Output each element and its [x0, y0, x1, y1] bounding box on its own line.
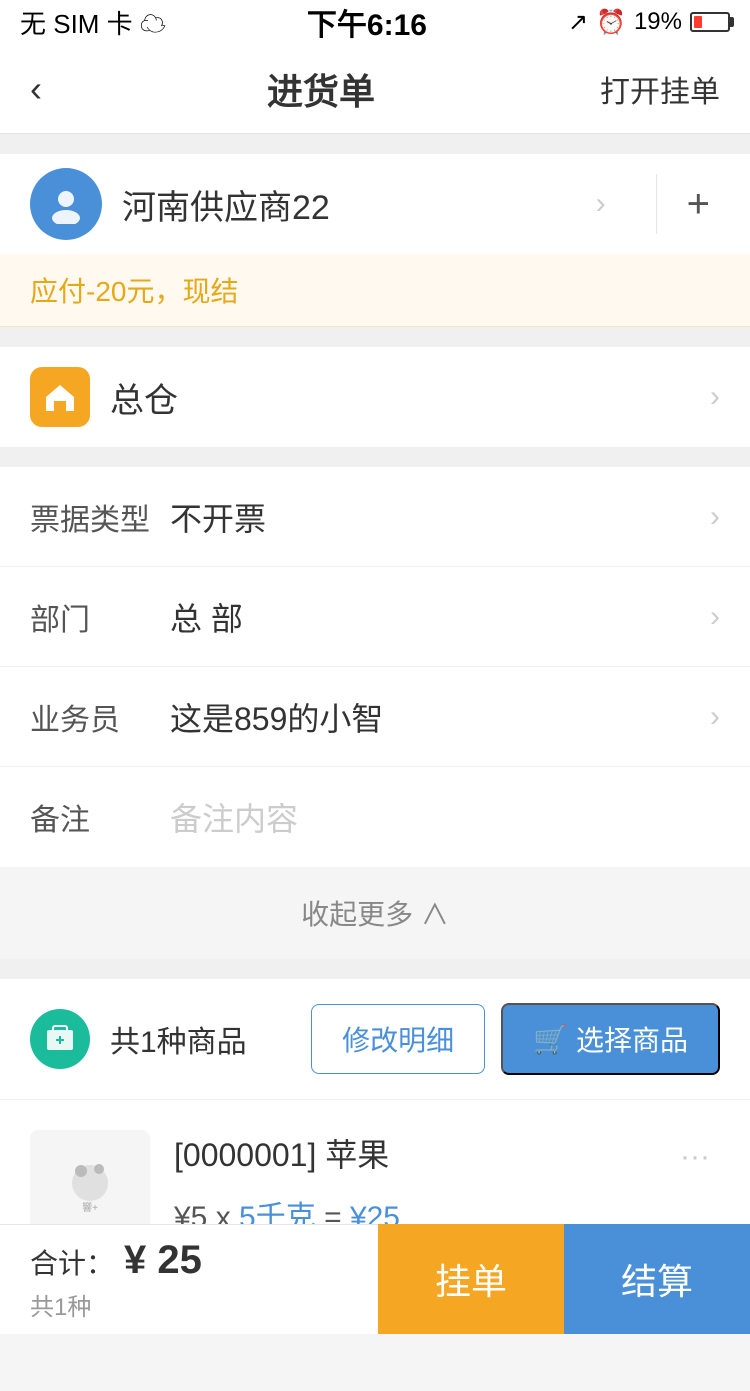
open-hang-button[interactable]: 打开挂单	[600, 67, 720, 111]
top-divider	[0, 134, 750, 154]
warehouse-section: 总仓 ›	[0, 347, 750, 447]
product-title: 苹果	[325, 1137, 389, 1173]
divider-3	[0, 447, 750, 467]
supplier-section[interactable]: 河南供应商22 › +	[0, 154, 750, 254]
warehouse-row[interactable]: 总仓 ›	[0, 347, 750, 447]
battery-text: 19%	[634, 8, 682, 36]
invoice-label: 票据类型	[30, 495, 170, 539]
supplier-name: 河南供应商22	[122, 180, 596, 229]
status-left: 无 SIM 卡 ☁	[20, 4, 166, 41]
carrier-text: 无 SIM 卡 ☁	[20, 4, 166, 41]
supplier-chevron-icon: ›	[596, 187, 606, 221]
department-label: 部门	[30, 595, 170, 639]
remark-row[interactable]: 备注 备注内容	[0, 767, 750, 867]
warehouse-name: 总仓	[110, 373, 710, 422]
product-more-button[interactable]: ···	[670, 1140, 720, 1174]
hang-button[interactable]: 挂单	[378, 1224, 564, 1334]
battery-icon	[690, 12, 730, 32]
products-icon	[30, 1009, 90, 1069]
salesman-chevron-icon: ›	[710, 700, 720, 734]
product-id: [0000001]	[174, 1137, 325, 1173]
form-section: 票据类型 不开票 › 部门 总 部 › 业务员 这是859的小智 › 备注 备注…	[0, 467, 750, 867]
divider-2	[0, 327, 750, 347]
add-supplier-button[interactable]: +	[677, 172, 720, 237]
salesman-label: 业务员	[30, 695, 170, 739]
supplier-divider	[656, 174, 657, 234]
salesman-value: 这是859的小智	[170, 694, 710, 740]
status-bar: 无 SIM 卡 ☁ 下午6:16 ↗ ⏰ 19%	[0, 0, 750, 44]
products-header: 共1种商品 修改明细 🛒 选择商品	[0, 979, 750, 1100]
total-amount: ¥ 25	[124, 1238, 202, 1283]
invoice-value: 不开票	[170, 494, 710, 540]
total-label: 合计：	[30, 1242, 114, 1282]
department-row[interactable]: 部门 总 部 ›	[0, 567, 750, 667]
page-title: 进货单	[267, 63, 375, 115]
invoice-row[interactable]: 票据类型 不开票 ›	[0, 467, 750, 567]
total-sub: 共1种	[30, 1287, 348, 1322]
product-info: [0000001] 苹果 ¥5 x 5千克 = ¥25	[174, 1130, 670, 1236]
back-button[interactable]: ‹	[30, 68, 42, 110]
department-value: 总 部	[170, 594, 710, 640]
status-time: 下午6:16	[307, 0, 427, 44]
remark-label: 备注	[30, 795, 170, 839]
collapse-text: 收起更多 ∧	[301, 893, 449, 933]
invoice-chevron-icon: ›	[710, 500, 720, 534]
salesman-row[interactable]: 业务员 这是859的小智 ›	[0, 667, 750, 767]
warehouse-icon	[30, 367, 90, 427]
footer: 合计： ¥ 25 共1种 挂单 结算	[0, 1224, 750, 1334]
products-count: 共1种商品	[110, 1017, 311, 1061]
edit-detail-button[interactable]: 修改明细	[311, 1004, 485, 1074]
supplier-avatar	[30, 168, 102, 240]
divider-4	[0, 959, 750, 979]
department-chevron-icon: ›	[710, 600, 720, 634]
select-product-button[interactable]: 🛒 选择商品	[501, 1003, 720, 1075]
settle-button[interactable]: 结算	[564, 1224, 750, 1334]
product-name: [0000001] 苹果	[174, 1130, 670, 1176]
cart-icon: 🛒	[533, 1023, 568, 1056]
collapse-bar[interactable]: 收起更多 ∧	[0, 867, 750, 959]
svg-text:響+: 響+	[82, 1201, 98, 1214]
nav-bar: ‹ 进货单 打开挂单	[0, 44, 750, 134]
remark-input[interactable]: 备注内容	[170, 794, 720, 840]
alarm-icon: ⏰	[596, 8, 626, 37]
warehouse-chevron-icon: ›	[710, 380, 720, 414]
footer-total: 合计： ¥ 25 共1种	[0, 1224, 378, 1334]
status-right: ↗ ⏰ 19%	[568, 8, 730, 37]
location-icon: ↗	[568, 8, 588, 37]
info-banner: 应付-20元，现结	[0, 254, 750, 327]
footer-total-line: 合计： ¥ 25	[30, 1238, 348, 1283]
